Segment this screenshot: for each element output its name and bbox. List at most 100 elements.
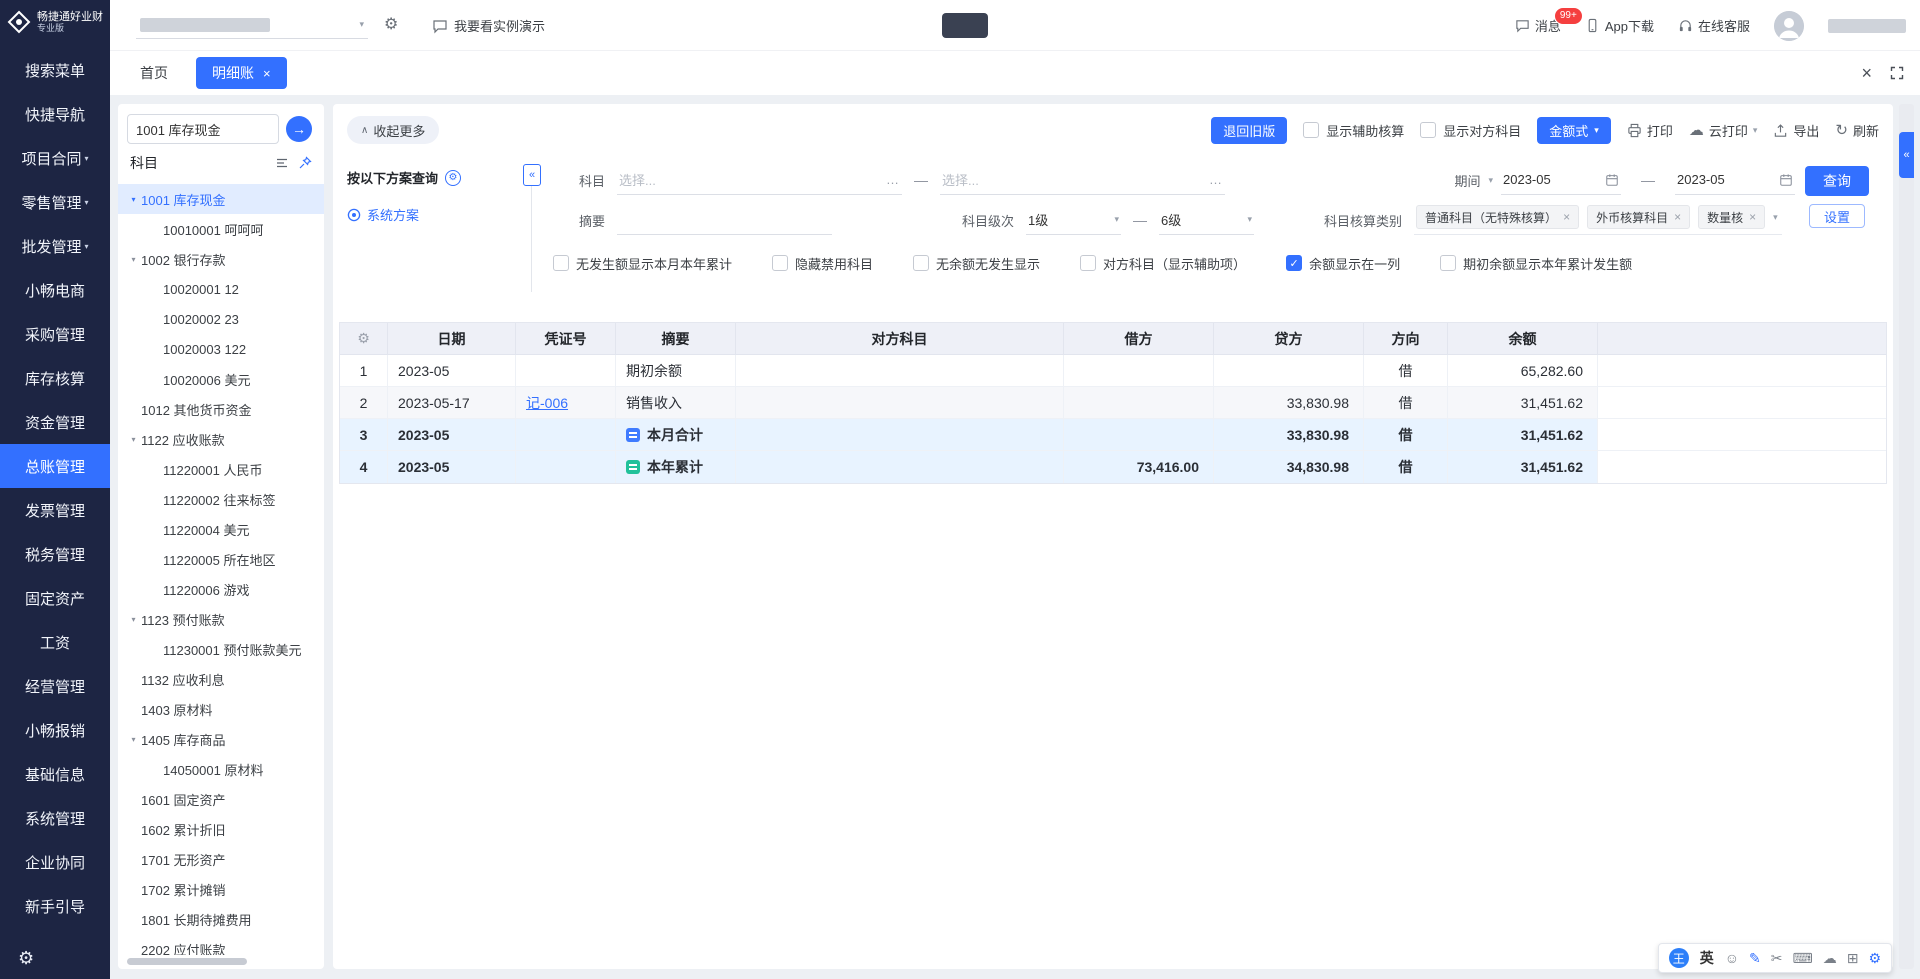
table-row[interactable]: 3 2023-05 本月合计 33,830.98 借 31,451.62: [340, 419, 1886, 451]
tree-expand-icon[interactable]: ▾: [126, 735, 141, 744]
tree-node[interactable]: 1602 累计折旧: [118, 814, 324, 844]
tree-node[interactable]: 11220004 美元: [118, 514, 324, 544]
sidebar-item[interactable]: 搜索菜单: [0, 48, 110, 92]
ime-logo[interactable]: 王: [1668, 948, 1689, 968]
level-from-select[interactable]: 1级 ▾: [1026, 205, 1122, 235]
tree-node[interactable]: 1601 固定资产: [118, 784, 324, 814]
show-aux-checkbox[interactable]: 显示辅助核算: [1303, 121, 1404, 140]
gear-icon[interactable]: ⚙: [384, 14, 398, 34]
tree-node[interactable]: 10020002 23: [118, 304, 324, 334]
tree-node[interactable]: ▾ 1405 库存商品: [118, 724, 324, 754]
fullscreen-icon[interactable]: [1890, 66, 1904, 80]
sidebar-item[interactable]: 小畅报销: [0, 708, 110, 752]
tree-node[interactable]: 2202 应付账款: [118, 934, 324, 956]
query-button[interactable]: 查询: [1805, 166, 1869, 196]
table-row[interactable]: 2 2023-05-17 记-006 销售收入 33,830.98 借 31,451.62: [340, 387, 1886, 419]
query-option[interactable]: 期初余额显示本年累计发生额: [1440, 254, 1632, 273]
tree-expand-icon[interactable]: ▾: [126, 435, 141, 444]
pencil-icon[interactable]: ✎: [1749, 951, 1761, 965]
subject-from-input[interactable]: 选择... …: [617, 165, 903, 195]
tree-expand-icon[interactable]: ▾: [126, 255, 141, 264]
sidebar-item[interactable]: 新手引导: [0, 884, 110, 928]
subject-search-input[interactable]: [127, 114, 279, 144]
cloud-print-button[interactable]: ☁ 云打印 ▾: [1689, 121, 1758, 140]
keyboard-icon[interactable]: ⌨: [1792, 951, 1812, 965]
category-tag[interactable]: 外币核算科目 ×: [1587, 205, 1691, 229]
tag-remove-icon[interactable]: ×: [1749, 210, 1756, 224]
print-button[interactable]: 打印: [1627, 121, 1673, 140]
export-button[interactable]: 导出: [1773, 121, 1819, 140]
tab-1[interactable]: 明细账 ×: [196, 57, 287, 89]
sidebar-item[interactable]: 总账管理: [0, 444, 110, 488]
collapse-panel-button[interactable]: «: [523, 164, 541, 186]
tree-node[interactable]: 1701 无形资产: [118, 844, 324, 874]
tree-node[interactable]: 11220001 人民币: [118, 454, 324, 484]
sidebar-item[interactable]: 小畅电商: [0, 268, 110, 312]
sidebar-item[interactable]: 资金管理: [0, 400, 110, 444]
summary-input[interactable]: [617, 205, 833, 235]
expand-panel-button[interactable]: «: [1899, 132, 1914, 178]
sidebar-item[interactable]: 基础信息: [0, 752, 110, 796]
query-option[interactable]: ✓ 余额显示在一列: [1286, 254, 1400, 273]
tree-node[interactable]: 11220005 所在地区: [118, 544, 324, 574]
tree-node[interactable]: 1801 长期待摊费用: [118, 904, 324, 934]
tree-node[interactable]: 1132 应收利息: [118, 664, 324, 694]
settings-button[interactable]: 设置: [1809, 204, 1865, 228]
tree-node[interactable]: ▾ 1123 预付账款: [118, 604, 324, 634]
horizontal-scrollbar[interactable]: [127, 958, 247, 965]
close-icon[interactable]: ×: [1861, 64, 1872, 82]
query-option[interactable]: 无余额无发生显示: [913, 254, 1040, 273]
cloud-icon[interactable]: ☁: [1823, 951, 1837, 965]
cell-voucher[interactable]: 记-006: [516, 387, 616, 418]
ime-language[interactable]: 英: [1700, 948, 1714, 968]
sidebar-item[interactable]: 系统管理: [0, 796, 110, 840]
sidebar-item[interactable]: 库存核算: [0, 356, 110, 400]
sidebar-item[interactable]: 工资: [0, 620, 110, 664]
tree-node[interactable]: 1012 其他货币资金: [118, 394, 324, 424]
workspace-selector[interactable]: ▾: [136, 11, 368, 39]
amount-style-dropdown[interactable]: 金额式 ▾: [1537, 116, 1611, 144]
messages-button[interactable]: 消息 99+: [1515, 7, 1583, 35]
show-counter-checkbox[interactable]: 显示对方科目: [1420, 121, 1521, 140]
sidebar-item[interactable]: 固定资产: [0, 576, 110, 620]
table-settings-gear-icon[interactable]: ⚙: [340, 323, 388, 354]
sidebar-item[interactable]: 快捷导航: [0, 92, 110, 136]
query-option[interactable]: 隐藏禁用科目: [772, 254, 873, 273]
category-tag[interactable]: 数量核 ×: [1698, 205, 1766, 229]
tab-0[interactable]: 首页: [124, 57, 184, 89]
tree-node[interactable]: 10010001 呵呵呵: [118, 214, 324, 244]
system-scheme-link[interactable]: 系统方案: [347, 205, 527, 224]
table-row[interactable]: 4 2023-05 本年累计 73,416.00 34,830.98 借 31,451.62: [340, 451, 1886, 483]
tree-node[interactable]: 1403 原材料: [118, 694, 324, 724]
sidebar-item[interactable]: 项目合同 ▾: [0, 136, 110, 180]
demo-link[interactable]: 我要看实例演示: [432, 0, 545, 51]
sidebar-item[interactable]: 经营管理: [0, 664, 110, 708]
tree-node[interactable]: 10020003 122: [118, 334, 324, 364]
tree-node[interactable]: ▾ 1001 库存现金: [118, 184, 324, 214]
scissors-icon[interactable]: ✂: [1771, 951, 1783, 965]
sidebar-item[interactable]: 批发管理 ▾: [0, 224, 110, 268]
sidebar-item[interactable]: 零售管理 ▾: [0, 180, 110, 224]
sidebar-settings-gear-icon[interactable]: ⚙: [18, 948, 34, 969]
search-go-button[interactable]: →: [286, 116, 312, 142]
sidebar-item[interactable]: 发票管理: [0, 488, 110, 532]
tag-remove-icon[interactable]: ×: [1563, 210, 1570, 224]
tag-remove-icon[interactable]: ×: [1674, 210, 1681, 224]
tree-expand-icon[interactable]: ▾: [126, 195, 141, 204]
period-to-input[interactable]: 2023-05: [1675, 165, 1795, 195]
app-download-button[interactable]: App下载: [1585, 16, 1654, 35]
sidebar-item[interactable]: 税务管理: [0, 532, 110, 576]
query-option[interactable]: 无发生额显示本月本年累计: [553, 254, 732, 273]
subject-picker-icon[interactable]: …: [886, 172, 900, 187]
table-row[interactable]: 1 2023-05 期初余额 借 65,282.60: [340, 355, 1886, 387]
tree-node[interactable]: ▾ 1002 银行存款: [118, 244, 324, 274]
emoji-icon[interactable]: ☺: [1725, 951, 1739, 965]
pin-icon[interactable]: [298, 156, 312, 170]
tree-node[interactable]: 11220002 往来标签: [118, 484, 324, 514]
grid-icon[interactable]: ⊞: [1847, 951, 1859, 965]
avatar[interactable]: [1774, 10, 1804, 41]
sidebar-item[interactable]: 企业协同: [0, 840, 110, 884]
level-to-select[interactable]: 6级 ▾: [1159, 205, 1255, 235]
tree-node[interactable]: 10020001 12: [118, 274, 324, 304]
category-tag[interactable]: 普通科目（无特殊核算） ×: [1416, 205, 1580, 229]
